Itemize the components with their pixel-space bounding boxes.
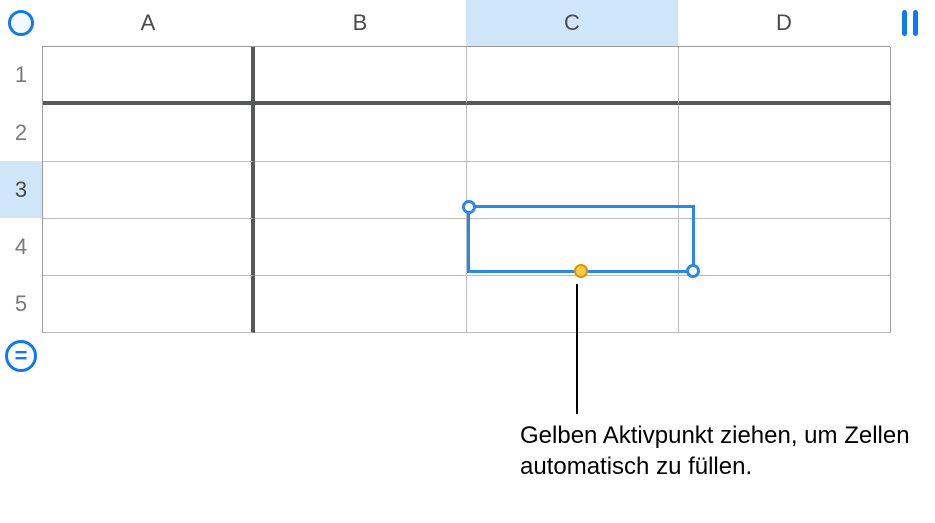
- cell-C5[interactable]: [467, 276, 679, 333]
- cell-B4[interactable]: [255, 219, 467, 276]
- column-header-row: A B C D: [0, 0, 935, 46]
- add-column-handle[interactable]: [890, 0, 930, 46]
- cell-B1[interactable]: [255, 47, 467, 105]
- row-3: [43, 162, 890, 219]
- cell-A5[interactable]: [43, 276, 255, 333]
- cell-C4[interactable]: [467, 219, 679, 276]
- column-header-A[interactable]: A: [42, 0, 254, 46]
- ring-icon: [8, 10, 34, 36]
- cell-D4[interactable]: [679, 219, 891, 276]
- callout-leader-line: [576, 284, 578, 414]
- cell-A4[interactable]: [43, 219, 255, 276]
- cell-B2[interactable]: [255, 105, 467, 162]
- cell-D1[interactable]: [679, 47, 891, 105]
- row-header-column: 1 2 3 4 5: [0, 46, 42, 332]
- cell-D2[interactable]: [679, 105, 891, 162]
- column-header-C[interactable]: C: [466, 0, 678, 46]
- cell-A1[interactable]: [43, 47, 255, 105]
- cell-D3[interactable]: [679, 162, 891, 219]
- spreadsheet-table: A B C D: [0, 0, 935, 333]
- cell-B3[interactable]: [255, 162, 467, 219]
- callout-text: Gelben Aktivpunkt ziehen, um Zellen auto…: [520, 420, 920, 482]
- row-4: [43, 219, 890, 276]
- row-5: [43, 276, 890, 333]
- table-corner-handle[interactable]: [0, 0, 42, 46]
- row-header-5[interactable]: 5: [0, 275, 42, 332]
- cell-A2[interactable]: [43, 105, 255, 162]
- column-header-B[interactable]: B: [254, 0, 466, 46]
- row-header-1[interactable]: 1: [0, 46, 42, 104]
- row-header-2[interactable]: 2: [0, 104, 42, 161]
- cells-grid: [42, 46, 890, 333]
- row-header-3[interactable]: 3: [0, 161, 42, 218]
- row-1: [43, 47, 890, 105]
- cell-A3[interactable]: [43, 162, 255, 219]
- cell-C3[interactable]: [467, 162, 679, 219]
- row-2: [43, 105, 890, 162]
- cell-D5[interactable]: [679, 276, 891, 333]
- cell-C2[interactable]: [467, 105, 679, 162]
- formula-button[interactable]: =: [5, 340, 37, 372]
- cell-C1[interactable]: [467, 47, 679, 105]
- row-header-4[interactable]: 4: [0, 218, 42, 275]
- columns-icon: [902, 10, 918, 36]
- column-header-D[interactable]: D: [678, 0, 890, 46]
- cell-B5[interactable]: [255, 276, 467, 333]
